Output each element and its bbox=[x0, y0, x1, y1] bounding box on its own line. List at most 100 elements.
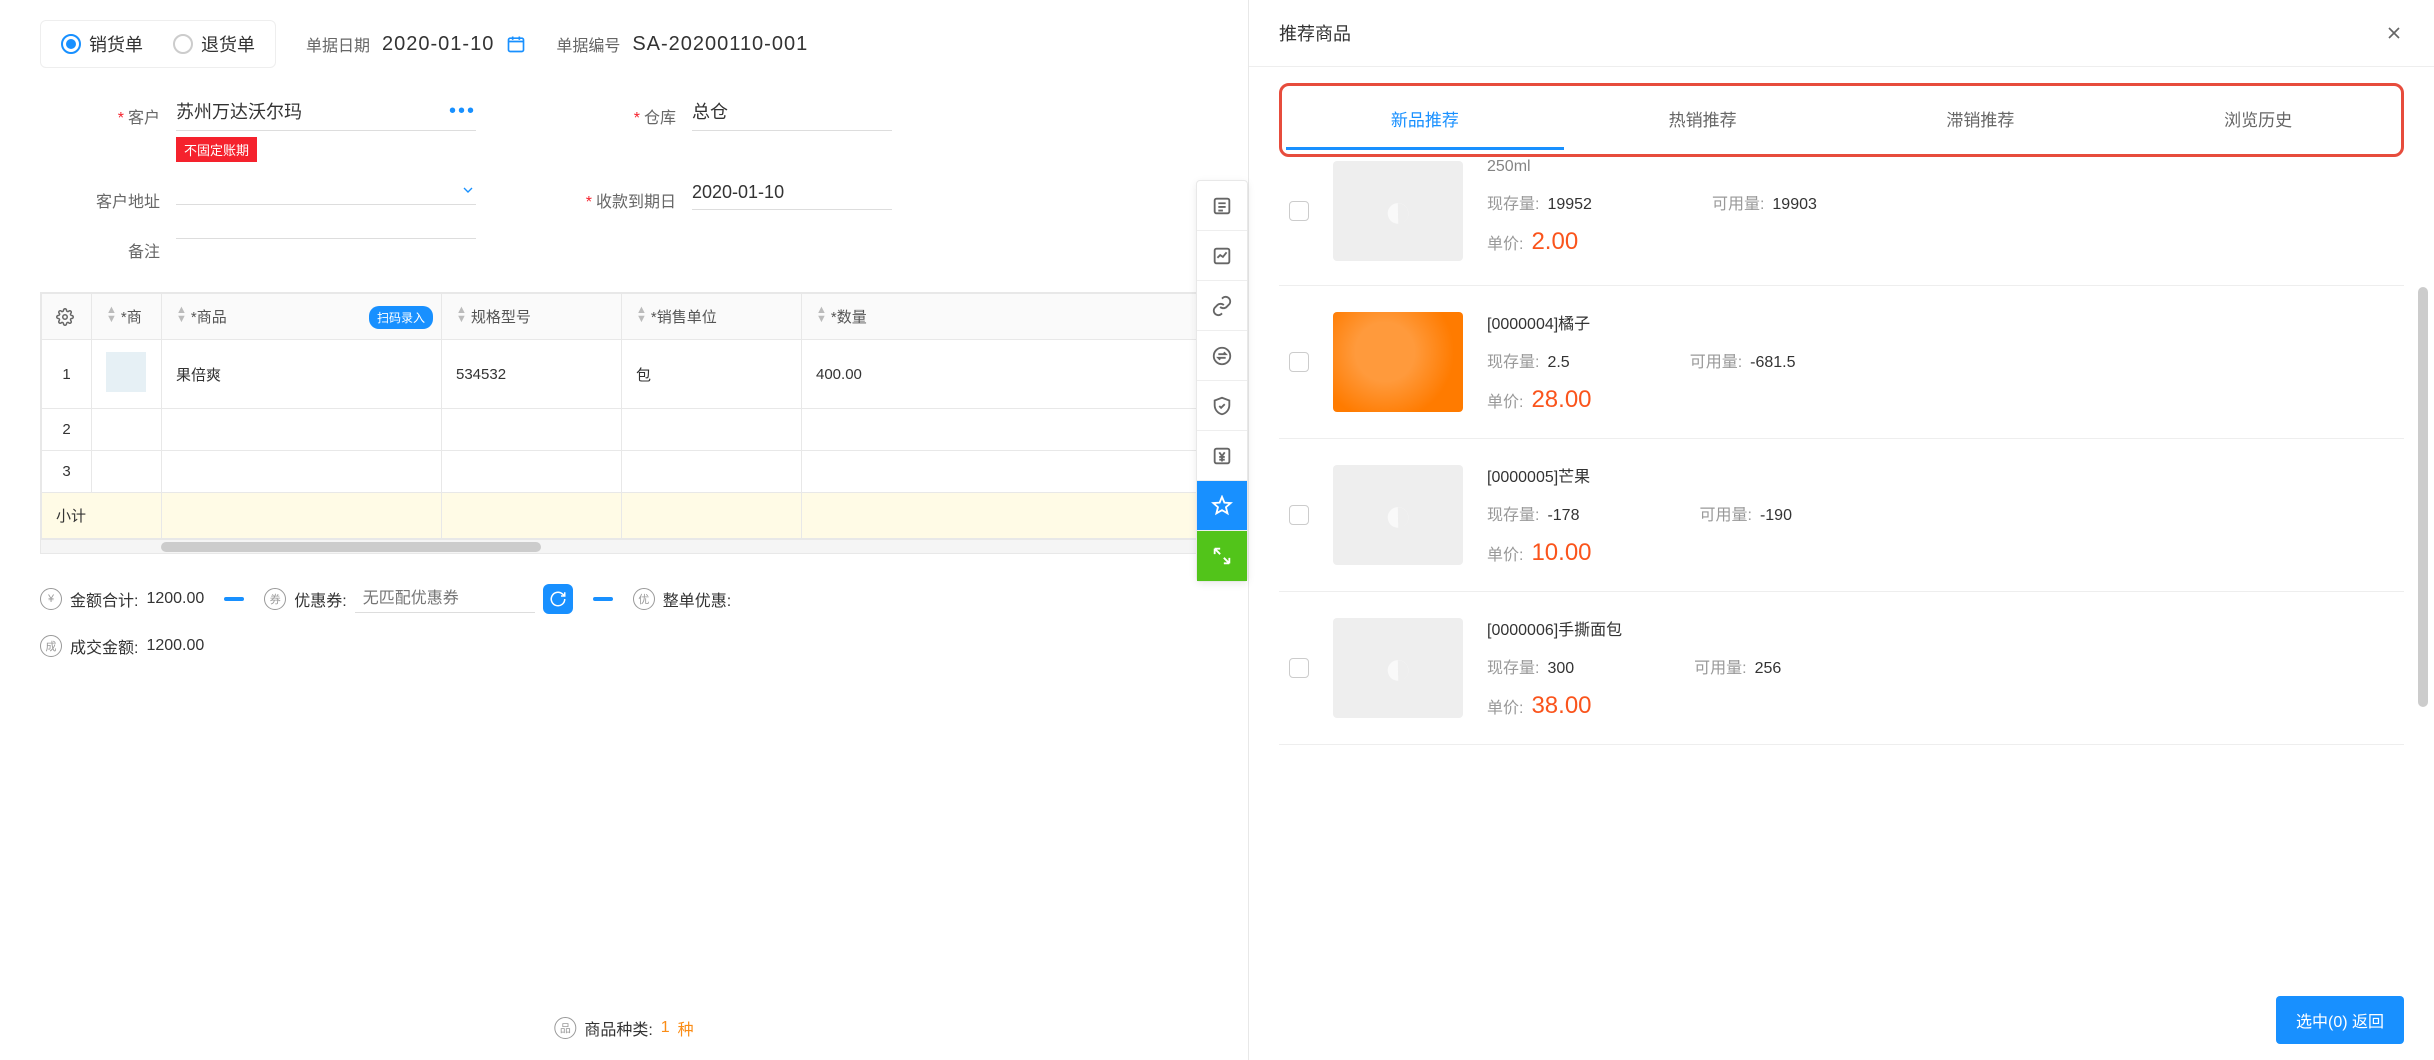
table-row[interactable]: 2 bbox=[42, 409, 1207, 451]
row-unit[interactable]: 包 bbox=[622, 340, 802, 409]
table-row[interactable]: 3 bbox=[42, 451, 1207, 493]
address-label: 客户地址 bbox=[96, 194, 160, 211]
product-list[interactable]: ◐ 250ml 现存量:19952 可用量:19903 单价:2.00 [000… bbox=[1249, 157, 2434, 980]
coupon-icon: 券 bbox=[264, 588, 286, 610]
address-field[interactable]: 客户地址 bbox=[40, 182, 476, 212]
recommend-tabs-highlight: 新品推荐 热销推荐 滞销推荐 浏览历史 bbox=[1279, 83, 2404, 157]
tab-browse-history[interactable]: 浏览历史 bbox=[2119, 90, 2397, 150]
refresh-button[interactable] bbox=[543, 584, 573, 614]
tool-link-button[interactable] bbox=[1197, 281, 1247, 331]
vertical-scrollbar[interactable] bbox=[2418, 287, 2428, 707]
row-spec[interactable]: 534532 bbox=[442, 340, 622, 409]
doc-type-tabs: 销货单 退货单 bbox=[40, 20, 276, 68]
tool-star-button[interactable] bbox=[1197, 481, 1247, 531]
product-image-placeholder: ◐ bbox=[1333, 465, 1463, 565]
product-name: [0000005]芒果 bbox=[1487, 463, 2394, 487]
chart-icon bbox=[1211, 245, 1233, 267]
horizontal-scrollbar[interactable] bbox=[41, 539, 1207, 553]
product-card: ◐ [0000005]芒果 现存量:-178 可用量:-190 单价:10.00 bbox=[1279, 439, 2404, 592]
doc-number-field: 单据编号 SA-20200110-001 bbox=[556, 32, 808, 56]
tool-list-button[interactable] bbox=[1197, 181, 1247, 231]
tab-return-order[interactable]: 退货单 bbox=[173, 31, 255, 57]
warehouse-field[interactable]: *仓库 总仓 bbox=[556, 98, 892, 131]
tool-yen-button[interactable] bbox=[1197, 431, 1247, 481]
doc-date-field[interactable]: 单据日期 2020-01-10 bbox=[306, 32, 526, 56]
product-checkbox[interactable] bbox=[1289, 201, 1309, 221]
product-image-placeholder: ◐ bbox=[1333, 161, 1463, 261]
deal-icon: 成 bbox=[40, 635, 62, 657]
col-goods-short[interactable]: ▲▼*商 bbox=[92, 294, 162, 340]
tool-swap-button[interactable] bbox=[1197, 331, 1247, 381]
tab-sales-order[interactable]: 销货单 bbox=[61, 31, 143, 57]
placeholder-icon: ◐ bbox=[1384, 488, 1413, 543]
col-goods[interactable]: ▲▼*商品扫码录入 bbox=[162, 294, 442, 340]
product-checkbox[interactable] bbox=[1289, 658, 1309, 678]
placeholder-icon: ◐ bbox=[1384, 184, 1413, 239]
tab-slow-recommend[interactable]: 滞销推荐 bbox=[1842, 90, 2120, 150]
amount-total: ¥ 金额合计: 1200.00 bbox=[40, 587, 204, 611]
table-row[interactable]: 1 果倍爽 534532 包 400.00 bbox=[42, 340, 1207, 409]
row-name[interactable]: 果倍爽 bbox=[162, 340, 442, 409]
tool-shield-button[interactable] bbox=[1197, 381, 1247, 431]
coupon-input[interactable] bbox=[355, 586, 535, 613]
close-button[interactable] bbox=[2384, 23, 2404, 43]
col-qty[interactable]: ▲▼*数量 bbox=[802, 294, 1207, 340]
calendar-icon bbox=[506, 34, 526, 54]
product-image-placeholder: ◐ bbox=[1333, 618, 1463, 718]
price-value: 38.00 bbox=[1531, 692, 1591, 719]
scan-entry-button[interactable]: 扫码录入 bbox=[369, 306, 433, 329]
gear-icon bbox=[56, 308, 74, 326]
chevron-down-icon bbox=[460, 182, 476, 198]
remark-label: 备注 bbox=[128, 244, 160, 261]
tool-chart-button[interactable] bbox=[1197, 231, 1247, 281]
product-kind-info: 品 商品种类: 1 种 bbox=[554, 1016, 693, 1040]
price-value: 10.00 bbox=[1531, 539, 1591, 566]
avail-value: 19903 bbox=[1772, 196, 1817, 213]
col-spec[interactable]: ▲▼规格型号 bbox=[442, 294, 622, 340]
price-value: 2.00 bbox=[1531, 228, 1578, 255]
side-toolbar bbox=[1196, 180, 1248, 582]
product-card: [0000004]橘子 现存量:2.5 可用量:-681.5 单价:28.00 bbox=[1279, 286, 2404, 439]
product-image-orange bbox=[1333, 312, 1463, 412]
due-date-field[interactable]: *收款到期日 2020-01-10 bbox=[556, 182, 892, 212]
link-icon bbox=[1211, 295, 1233, 317]
row-qty[interactable]: 400.00 bbox=[802, 340, 1207, 409]
avail-value: 256 bbox=[1755, 660, 1782, 677]
gear-column-header[interactable] bbox=[42, 294, 92, 340]
product-checkbox[interactable] bbox=[1289, 505, 1309, 525]
tab-hot-recommend[interactable]: 热销推荐 bbox=[1564, 90, 1842, 150]
customer-value: 苏州万达沃尔玛 bbox=[176, 98, 302, 124]
dash-icon bbox=[224, 597, 244, 601]
list-icon bbox=[1211, 195, 1233, 217]
product-name: 250ml bbox=[1487, 158, 2394, 176]
product-name: [0000006]手撕面包 bbox=[1487, 616, 2394, 640]
swap-icon bbox=[1211, 345, 1233, 367]
panel-title: 推荐商品 bbox=[1279, 20, 1351, 46]
due-date-label: 收款到期日 bbox=[596, 194, 676, 211]
tab-new-recommend[interactable]: 新品推荐 bbox=[1286, 90, 1564, 150]
avail-value: -681.5 bbox=[1750, 354, 1795, 371]
tab-return-label: 退货单 bbox=[201, 31, 255, 57]
product-checkbox[interactable] bbox=[1289, 352, 1309, 372]
stock-value: 2.5 bbox=[1547, 354, 1569, 371]
order-discount: 优 整单优惠: bbox=[633, 587, 731, 611]
remark-field[interactable]: 备注 bbox=[40, 232, 476, 262]
dash-icon bbox=[593, 597, 613, 601]
yen-box-icon bbox=[1211, 445, 1233, 467]
stock-value: -178 bbox=[1547, 507, 1579, 524]
kind-icon: 品 bbox=[554, 1017, 576, 1039]
tool-expand-button[interactable] bbox=[1197, 531, 1247, 581]
price-value: 28.00 bbox=[1531, 386, 1591, 413]
product-name: [0000004]橘子 bbox=[1487, 310, 2394, 334]
selected-return-button[interactable]: 选中(0) 返回 bbox=[2276, 996, 2404, 1044]
stock-value: 19952 bbox=[1547, 196, 1592, 213]
star-icon bbox=[1211, 495, 1233, 517]
avail-value: -190 bbox=[1760, 507, 1792, 524]
more-dots-icon[interactable]: ••• bbox=[449, 100, 476, 123]
discount-icon: 优 bbox=[633, 588, 655, 610]
expand-icon bbox=[1211, 545, 1233, 567]
due-date-value: 2020-01-10 bbox=[692, 182, 784, 203]
col-unit[interactable]: ▲▼*销售单位 bbox=[622, 294, 802, 340]
doc-date-value: 2020-01-10 bbox=[382, 33, 494, 56]
customer-field[interactable]: *客户 苏州万达沃尔玛 ••• 不固定账期 bbox=[40, 98, 476, 162]
